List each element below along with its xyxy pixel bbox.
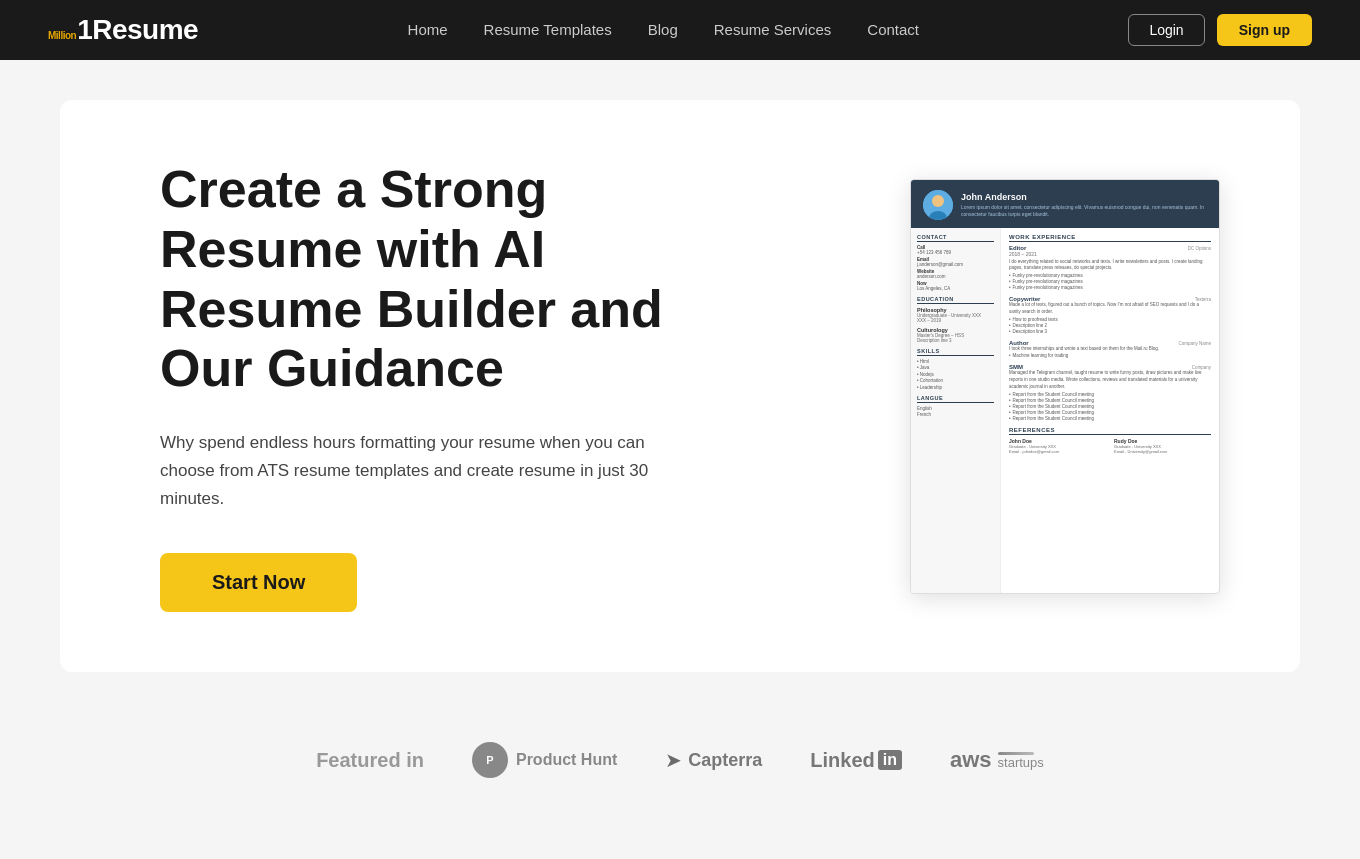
svg-point-1 bbox=[932, 195, 944, 207]
ref-item-1: John Doe Graduate - University XXX Email… bbox=[1009, 438, 1106, 454]
skills-section-title: SKILLS bbox=[917, 348, 994, 356]
work-entry-author: Author Company Name I took three interns… bbox=[1009, 340, 1211, 359]
signup-button[interactable]: Sign up bbox=[1217, 14, 1312, 46]
hero-content: Create a Strong Resume with AI Resume Bu… bbox=[160, 160, 740, 612]
work-entry-editor: Editor DC Options 2018 – 2021 I do every… bbox=[1009, 245, 1211, 291]
start-now-button[interactable]: Start Now bbox=[160, 553, 357, 612]
skill-leadership: • Leadership bbox=[917, 385, 994, 390]
avatar bbox=[923, 190, 953, 220]
nav-actions: Login Sign up bbox=[1128, 14, 1312, 46]
producthunt-icon: P bbox=[472, 742, 508, 778]
resume-tagline: Lorem ipsum dolor sit amet, consectetur … bbox=[961, 204, 1207, 218]
logo[interactable]: Million1Resume bbox=[48, 14, 198, 46]
linkedin-logo: Linkedin bbox=[810, 749, 902, 772]
nav-blog[interactable]: Blog bbox=[648, 21, 678, 38]
aws-startups-text: startups bbox=[998, 756, 1044, 769]
navbar: Million1Resume Home Resume Templates Blo… bbox=[0, 0, 1360, 60]
login-button[interactable]: Login bbox=[1128, 14, 1204, 46]
resume-name-block: John Anderson Lorem ipsum dolor sit amet… bbox=[961, 192, 1207, 218]
contact-website: Websiteanderson.com bbox=[917, 269, 994, 279]
svg-text:P: P bbox=[486, 754, 493, 766]
linkedin-in: in bbox=[878, 750, 902, 770]
edu-item-1: Philosophy Undergraduate - University XX… bbox=[917, 307, 994, 323]
nav-home[interactable]: Home bbox=[408, 21, 448, 38]
education-section-title: EDUCATION bbox=[917, 296, 994, 304]
capterra-icon: ➤ bbox=[665, 748, 682, 772]
capterra-logo: ➤ Capterra bbox=[665, 748, 762, 772]
resume-body: CONTACT Call+54 123 456 789 Emailj.ander… bbox=[911, 228, 1219, 593]
resume-header: John Anderson Lorem ipsum dolor sit amet… bbox=[911, 180, 1219, 228]
nav-templates[interactable]: Resume Templates bbox=[484, 21, 612, 38]
lang-french: French bbox=[917, 412, 994, 417]
references-title: REFERENCES bbox=[1009, 427, 1211, 435]
hero-title: Create a Strong Resume with AI Resume Bu… bbox=[160, 160, 740, 399]
skill-cohortation: • Cohortation bbox=[917, 378, 994, 383]
aws-text: aws bbox=[950, 747, 992, 773]
hero-wrapper: Create a Strong Resume with AI Resume Bu… bbox=[0, 60, 1360, 712]
references-row: John Doe Graduate - University XXX Email… bbox=[1009, 438, 1211, 454]
producthunt-text: Product Hunt bbox=[516, 751, 617, 769]
resume-left-column: CONTACT Call+54 123 456 789 Emailj.ander… bbox=[911, 228, 1001, 593]
ref-item-2: Rudy Doe Graduate - University XXX Email… bbox=[1114, 438, 1211, 454]
producthunt-logo: P Product Hunt bbox=[472, 742, 617, 778]
resume-name: John Anderson bbox=[961, 192, 1207, 202]
edu-item-2: Culturology Master's Degree – HSS Descri… bbox=[917, 327, 994, 343]
work-entry-copywriter: Copywriter Texterra Made a lot of texts,… bbox=[1009, 296, 1211, 334]
resume-preview: John Anderson Lorem ipsum dolor sit amet… bbox=[910, 179, 1220, 594]
contact-location: NowLos Angeles, CA bbox=[917, 281, 994, 291]
hero-subtitle: Why spend endless hours formatting your … bbox=[160, 429, 660, 513]
nav-services[interactable]: Resume Services bbox=[714, 21, 832, 38]
language-section-title: LANGUE bbox=[917, 395, 994, 403]
logo-million: Million bbox=[48, 30, 76, 41]
aws-logo: aws startups bbox=[950, 747, 1044, 773]
logo-text: Resume bbox=[92, 14, 198, 46]
contact-section-title: CONTACT bbox=[917, 234, 994, 242]
linkedin-text: Linked bbox=[810, 749, 874, 772]
contact-call: Call+54 123 456 789 bbox=[917, 245, 994, 255]
lang-english: English bbox=[917, 406, 994, 411]
work-entry-smm: SMM Company Managed the Telegram channel… bbox=[1009, 364, 1211, 420]
skill-java: • Java bbox=[917, 365, 994, 370]
work-experience-title: WORK EXPERIENCE bbox=[1009, 234, 1211, 242]
nav-contact[interactable]: Contact bbox=[867, 21, 919, 38]
featured-label: Featured in bbox=[316, 749, 424, 772]
skill-nodejs: • Nodejs bbox=[917, 372, 994, 377]
resume-right-column: WORK EXPERIENCE Editor DC Options 2018 –… bbox=[1001, 228, 1219, 593]
contact-email: Emailj.anderson@gmail.com bbox=[917, 257, 994, 267]
nav-links: Home Resume Templates Blog Resume Servic… bbox=[408, 21, 919, 39]
skill-html: • Html bbox=[917, 359, 994, 364]
hero-card: Create a Strong Resume with AI Resume Bu… bbox=[60, 100, 1300, 672]
capterra-text: Capterra bbox=[688, 750, 762, 771]
featured-section: Featured in P Product Hunt ➤ Capterra Li… bbox=[0, 712, 1360, 818]
